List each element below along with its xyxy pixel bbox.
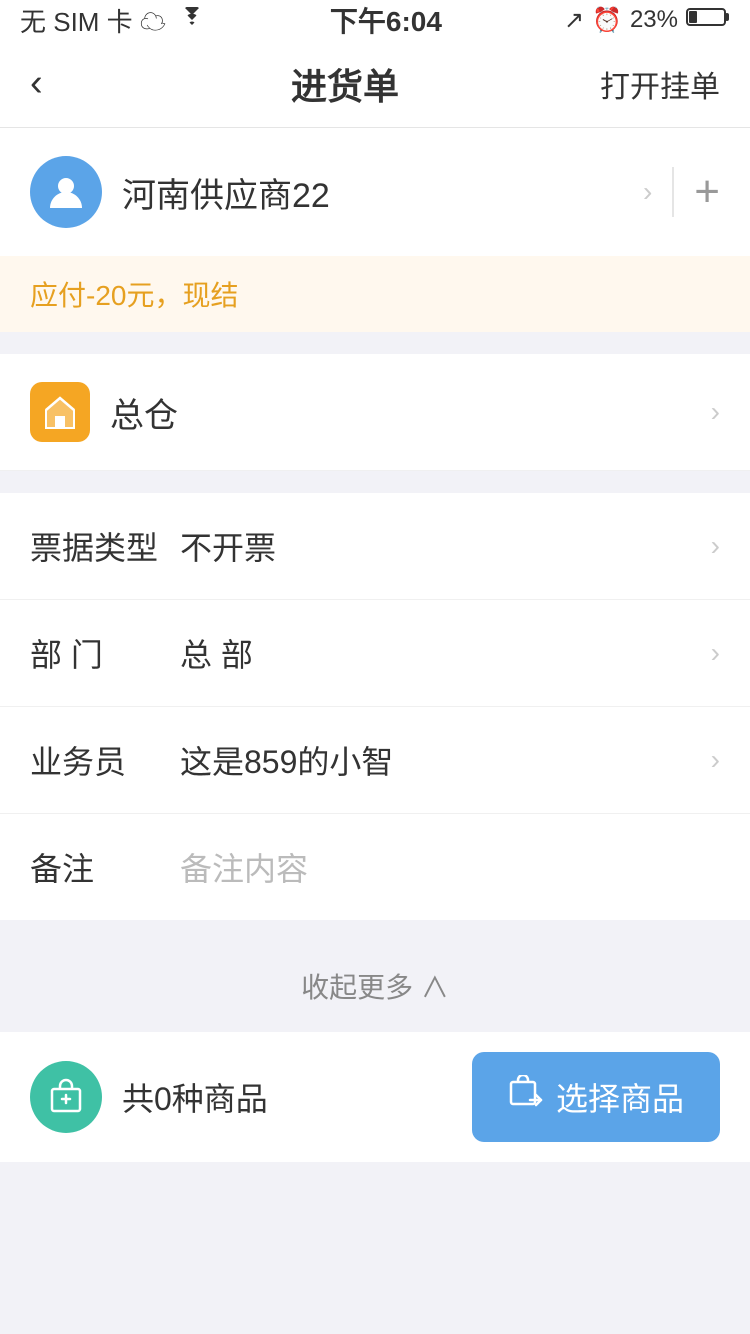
nav-bar: ‹ 进货单 打开挂单	[0, 40, 750, 128]
status-left: 无 SIM 卡 ☁	[20, 2, 208, 39]
supplier-divider	[672, 167, 674, 217]
invoice-type-label: 票据类型	[30, 523, 170, 569]
invoice-type-value: 不开票	[170, 523, 711, 569]
battery-text: 23%	[630, 6, 678, 34]
back-button[interactable]: ‹	[30, 62, 90, 105]
bottom-bar: 共0种商品 选择商品	[0, 1032, 750, 1162]
signal-text: 无 SIM 卡 ☁	[20, 2, 166, 39]
status-right: ↗ ⏰ 23%	[564, 6, 730, 35]
select-product-button[interactable]: 选择商品	[472, 1052, 720, 1142]
salesperson-label: 业务员	[30, 737, 170, 783]
supplier-avatar	[30, 156, 102, 228]
salesperson-chevron-icon: ›	[711, 744, 720, 776]
collapse-bar[interactable]: 收起更多 ∧	[0, 940, 750, 1032]
salesperson-row[interactable]: 业务员 这是859的小智 ›	[0, 707, 750, 814]
status-bar: 无 SIM 卡 ☁ 下午6:04 ↗ ⏰ 23%	[0, 0, 750, 40]
warehouse-row[interactable]: 总仓 ›	[0, 354, 750, 471]
warehouse-chevron-icon: ›	[711, 396, 720, 428]
status-time: 下午6:04	[330, 0, 442, 40]
notice-bar: 应付-20元，现结	[0, 256, 750, 332]
department-value: 总 部	[170, 630, 711, 676]
open-pending-button[interactable]: 打开挂单	[600, 62, 720, 106]
warehouse-name: 总仓	[110, 388, 711, 437]
remark-label: 备注	[30, 844, 170, 890]
product-icon	[30, 1061, 102, 1133]
salesperson-value: 这是859的小智	[170, 737, 711, 783]
location-icon: ↗	[564, 6, 584, 35]
form-card: 票据类型 不开票 › 部 门 总 部 › 业务员 这是859的小智 › 备注 备…	[0, 493, 750, 920]
warehouse-card: 总仓 ›	[0, 354, 750, 471]
remark-input[interactable]: 备注内容	[170, 844, 720, 890]
supplier-card: 河南供应商22 › + 应付-20元，现结	[0, 128, 750, 332]
department-chevron-icon: ›	[711, 637, 720, 669]
page-title: 进货单	[291, 58, 399, 110]
invoice-type-chevron-icon: ›	[711, 530, 720, 562]
supplier-chevron-icon: ›	[643, 176, 652, 208]
product-count: 共0种商品	[122, 1074, 452, 1120]
department-label: 部 门	[30, 630, 170, 676]
department-row[interactable]: 部 门 总 部 ›	[0, 600, 750, 707]
alarm-icon: ⏰	[592, 6, 622, 35]
battery-icon	[686, 6, 730, 35]
supplier-name: 河南供应商22	[122, 168, 643, 217]
supplier-row[interactable]: 河南供应商22 › +	[0, 128, 750, 256]
select-product-icon	[508, 1075, 544, 1120]
wifi-icon	[176, 5, 208, 36]
add-supplier-button[interactable]: +	[694, 167, 720, 217]
select-product-label: 选择商品	[556, 1074, 684, 1120]
content: 河南供应商22 › + 应付-20元，现结 总仓 › 票据类型 不开票	[0, 128, 750, 1162]
invoice-type-row[interactable]: 票据类型 不开票 ›	[0, 493, 750, 600]
warehouse-icon	[30, 382, 90, 442]
remark-row[interactable]: 备注 备注内容	[0, 814, 750, 920]
